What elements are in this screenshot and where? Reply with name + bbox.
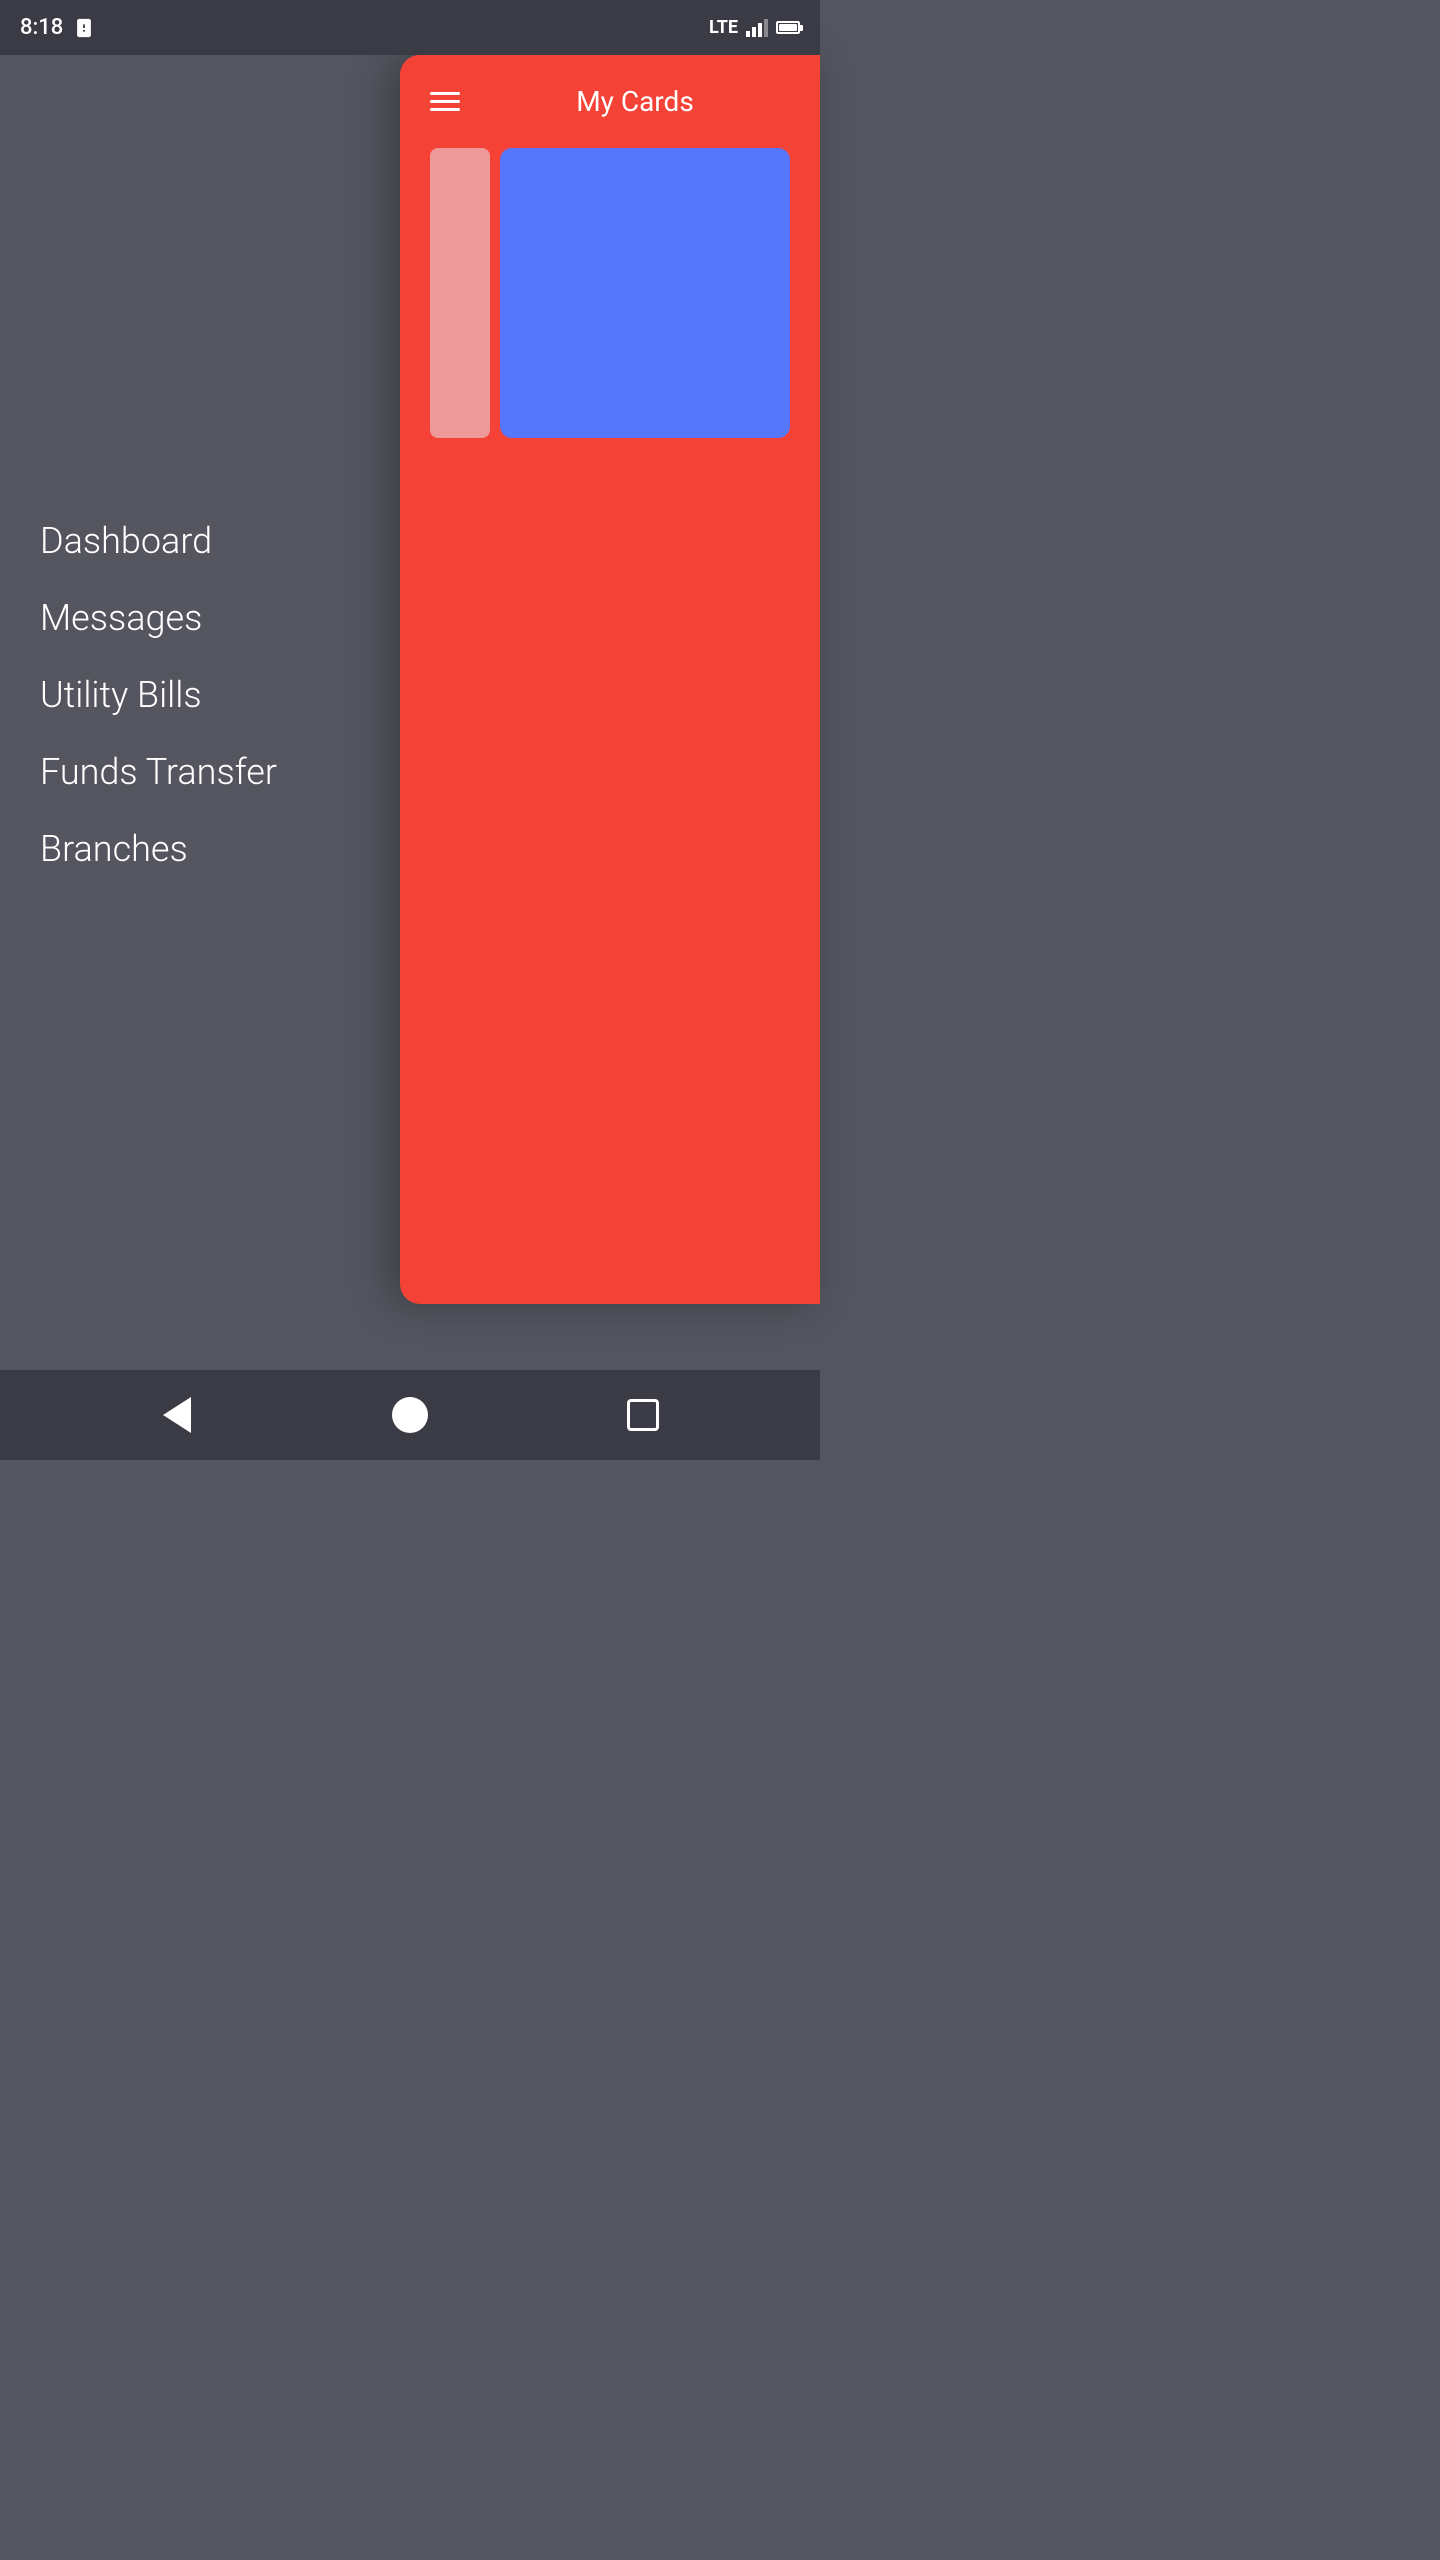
nav-link-utility-bills[interactable]: Utility Bills: [40, 674, 202, 716]
sim-icon: [73, 17, 95, 39]
card-panel-title: My Cards: [480, 85, 790, 118]
status-bar: 8:18 LTE: [0, 0, 820, 55]
recent-apps-button[interactable]: [618, 1390, 668, 1440]
home-button[interactable]: [385, 1390, 435, 1440]
hamburger-line-3: [430, 108, 460, 111]
bottom-nav: [0, 1370, 820, 1460]
nav-link-messages[interactable]: Messages: [40, 597, 202, 639]
nav-link-dashboard[interactable]: Dashboard: [40, 520, 212, 562]
back-button[interactable]: [152, 1390, 202, 1440]
card-placeholder: [430, 148, 490, 438]
battery-icon: [776, 21, 800, 34]
card-panel-header: My Cards: [400, 55, 820, 138]
recent-icon: [627, 1399, 659, 1431]
hamburger-line-1: [430, 92, 460, 95]
card-panel: My Cards: [400, 55, 820, 1304]
hamburger-menu-button[interactable]: [430, 92, 460, 111]
status-bar-right: LTE: [709, 17, 800, 38]
home-icon: [392, 1397, 428, 1433]
nav-link-funds-transfer[interactable]: Funds Transfer: [40, 751, 277, 793]
main-content: Dashboard Messages Utility Bills Funds T…: [0, 55, 820, 1370]
status-time: 8:18: [20, 15, 63, 40]
status-bar-left: 8:18: [20, 15, 95, 40]
cards-area: [400, 138, 820, 518]
signal-icon: [746, 19, 768, 37]
back-icon: [163, 1397, 191, 1433]
nav-link-branches[interactable]: Branches: [40, 828, 188, 870]
hamburger-line-2: [430, 100, 460, 103]
lte-indicator: LTE: [709, 17, 738, 38]
card-blue[interactable]: [500, 148, 790, 438]
